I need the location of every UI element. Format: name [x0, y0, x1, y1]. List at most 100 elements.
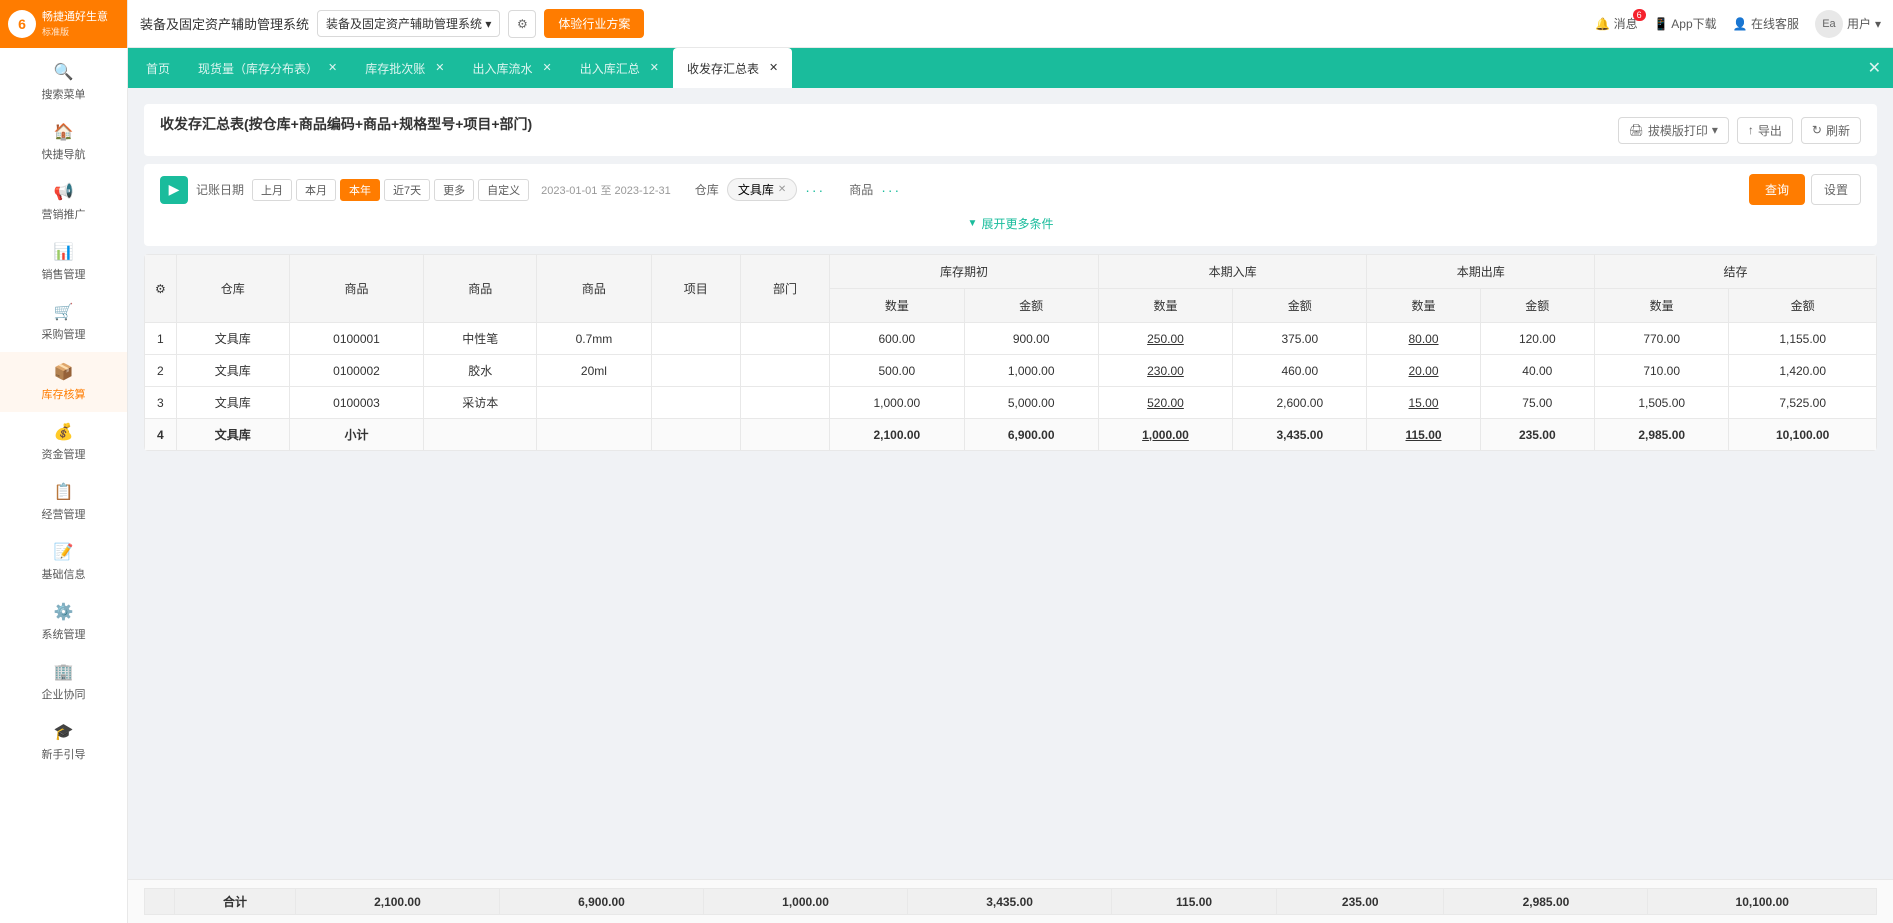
goods-more-btn[interactable]: ···: [881, 182, 901, 198]
sidebar-item-operations[interactable]: 📋 经营管理: [0, 472, 127, 532]
print-btn[interactable]: 🖨 拔模版打印 ▾: [1618, 117, 1729, 144]
online-service-btn[interactable]: 👤 在线客服: [1733, 15, 1799, 32]
th-department: 部门: [740, 255, 829, 323]
system-title: 装备及固定资产辅助管理系统: [140, 14, 309, 33]
total-open-amount: 6,900.00: [499, 889, 703, 915]
sidebar-item-enterprise[interactable]: 🏢 企业协同: [0, 652, 127, 712]
subtotal-row: 4 文具库 小计 2,100.00 6,900.00 1,000.00 3,43…: [145, 419, 1877, 451]
tab-close-recv-send[interactable]: ✕: [769, 63, 778, 74]
tab-recv-send-summary[interactable]: 收发存汇总表 ✕: [673, 48, 792, 88]
expand-more-btn[interactable]: ▼ 展开更多条件: [964, 211, 1058, 236]
total-close-qty: 2,985.00: [1444, 889, 1648, 915]
tab-home[interactable]: 首页: [132, 48, 184, 88]
gear-button[interactable]: ⚙: [508, 10, 536, 38]
goods-filter-label: 商品: [849, 181, 873, 198]
tab-inout-summary[interactable]: 出入库汇总 ✕: [566, 48, 673, 88]
enterprise-icon: 🏢: [54, 662, 74, 682]
topbar: 装备及固定资产辅助管理系统 装备及固定资产辅助管理系统 ▾ ⚙ 体验行业方案 🔔…: [128, 0, 1893, 48]
th-closing: 结存: [1595, 255, 1877, 289]
sidebar-item-basic-info[interactable]: 📝 基础信息: [0, 532, 127, 592]
page-title: 收发存汇总表(按仓库+商品编码+商品+规格型号+项目+部门): [160, 114, 532, 134]
close-all-tabs-btn[interactable]: ✕: [1860, 58, 1889, 78]
system-dropdown[interactable]: 装备及固定资产辅助管理系统 ▾: [317, 10, 500, 37]
logo-icon: 6: [8, 10, 36, 38]
guide-icon: 🎓: [54, 722, 74, 742]
refresh-icon: ↻: [1812, 123, 1822, 137]
th-project: 项目: [651, 255, 740, 323]
operations-icon: 📋: [54, 482, 74, 502]
export-btn[interactable]: ↑ 导出: [1737, 117, 1793, 144]
total-close-amount: 10,100.00: [1648, 889, 1877, 915]
th-goods-code: 商品: [289, 255, 423, 323]
purchase-icon: 🛒: [54, 302, 74, 322]
date-btn-this-month[interactable]: 本月: [296, 179, 336, 201]
sidebar-logo: 6 畅捷通好生意 标准版: [0, 0, 127, 48]
warehouse-tag-remove[interactable]: ✕: [778, 184, 786, 195]
sidebar-item-inventory[interactable]: 📦 库存核算: [0, 352, 127, 412]
notifications-btn[interactable]: 🔔 消息 6: [1595, 15, 1637, 32]
sidebar: 6 畅捷通好生意 标准版 🔍 搜索菜单 🏠 快捷导航 📢 营销推广 📊 销售管理…: [0, 0, 128, 923]
user-menu[interactable]: Ea 用户 ▾: [1815, 10, 1881, 38]
tab-close-inout-summary[interactable]: ✕: [650, 63, 659, 74]
th-period-in: 本期入库: [1098, 255, 1367, 289]
total-in-amount: 3,435.00: [908, 889, 1112, 915]
search-icon: 🔍: [54, 62, 74, 82]
sidebar-item-sales[interactable]: 📊 销售管理: [0, 232, 127, 292]
date-range: 2023-01-01 至 2023-12-31: [541, 182, 671, 198]
total-out-amount: 235.00: [1277, 889, 1444, 915]
total-label: 合计: [175, 889, 296, 915]
sidebar-item-system[interactable]: ⚙️ 系统管理: [0, 592, 127, 652]
notification-count: 6: [1633, 9, 1646, 21]
page-body: 收发存汇总表(按仓库+商品编码+商品+规格型号+项目+部门) 🖨 拔模版打印 ▾…: [128, 88, 1893, 879]
bottom-bar: 合计 2,100.00 6,900.00 1,000.00 3,435.00 1…: [128, 879, 1893, 923]
th-close-qty: 数量: [1595, 289, 1729, 323]
total-open-qty: 2,100.00: [295, 889, 499, 915]
sidebar-item-quick-nav[interactable]: 🏠 快捷导航: [0, 112, 127, 172]
filter-expand-btn[interactable]: ▶: [160, 176, 188, 204]
main-content: 装备及固定资产辅助管理系统 装备及固定资产辅助管理系统 ▾ ⚙ 体验行业方案 🔔…: [128, 0, 1893, 923]
app-download-btn[interactable]: 📱 App下载: [1654, 15, 1717, 32]
sales-icon: 📊: [54, 242, 74, 262]
refresh-btn[interactable]: ↻ 刷新: [1801, 117, 1861, 144]
tab-stock-dist[interactable]: 现货量（库存分布表） ✕: [184, 48, 351, 88]
total-in-qty: 1,000.00: [704, 889, 908, 915]
date-btn-custom[interactable]: 自定义: [478, 179, 529, 201]
home-icon: 🏠: [54, 122, 74, 142]
date-btn-last-month[interactable]: 上月: [252, 179, 292, 201]
th-period-out: 本期出库: [1367, 255, 1595, 289]
query-btn[interactable]: 查询: [1749, 174, 1805, 205]
warehouse-more-btn[interactable]: ···: [805, 182, 825, 198]
date-btn-7days[interactable]: 近7天: [384, 179, 430, 201]
tab-batch[interactable]: 库存批次账 ✕: [351, 48, 458, 88]
avatar: Ea: [1815, 10, 1843, 38]
logo-text: 畅捷通好生意: [42, 10, 108, 25]
th-open-amount: 金额: [964, 289, 1098, 323]
tab-bar: 首页 现货量（库存分布表） ✕ 库存批次账 ✕ 出入库流水 ✕ 出入库汇总 ✕ …: [128, 48, 1893, 88]
tab-inout-flow[interactable]: 出入库流水 ✕: [458, 48, 565, 88]
marketing-icon: 📢: [54, 182, 74, 202]
sidebar-item-search[interactable]: 🔍 搜索菜单: [0, 52, 127, 112]
th-opening-stock: 库存期初: [830, 255, 1099, 289]
printer-icon: 🖨: [1629, 123, 1644, 137]
settings-btn[interactable]: 设置: [1811, 174, 1861, 205]
date-btn-more[interactable]: 更多: [434, 179, 474, 201]
th-out-qty: 数量: [1367, 289, 1480, 323]
experience-btn[interactable]: 体验行业方案: [544, 9, 644, 38]
th-open-qty: 数量: [830, 289, 964, 323]
th-warehouse: 仓库: [176, 255, 289, 323]
sidebar-item-finance[interactable]: 💰 资金管理: [0, 412, 127, 472]
tab-close-stock-dist[interactable]: ✕: [328, 63, 337, 74]
th-settings[interactable]: ⚙: [145, 255, 177, 323]
finance-icon: 💰: [54, 422, 74, 442]
table-row: 2 文具库 0100002 胶水 20ml 500.00 1,000.00 23…: [145, 355, 1877, 387]
warehouse-tag[interactable]: 文具库 ✕: [727, 178, 797, 201]
system-icon: ⚙️: [54, 602, 74, 622]
tab-close-inout-flow[interactable]: ✕: [543, 63, 552, 74]
tab-close-batch[interactable]: ✕: [435, 63, 444, 74]
sidebar-item-marketing[interactable]: 📢 营销推广: [0, 172, 127, 232]
sidebar-item-guide[interactable]: 🎓 新手引导: [0, 712, 127, 772]
warehouse-filter-label: 仓库: [695, 181, 719, 198]
date-btn-this-year[interactable]: 本年: [340, 179, 380, 201]
sidebar-item-purchase[interactable]: 🛒 采购管理: [0, 292, 127, 352]
service-icon: 👤: [1733, 17, 1748, 31]
